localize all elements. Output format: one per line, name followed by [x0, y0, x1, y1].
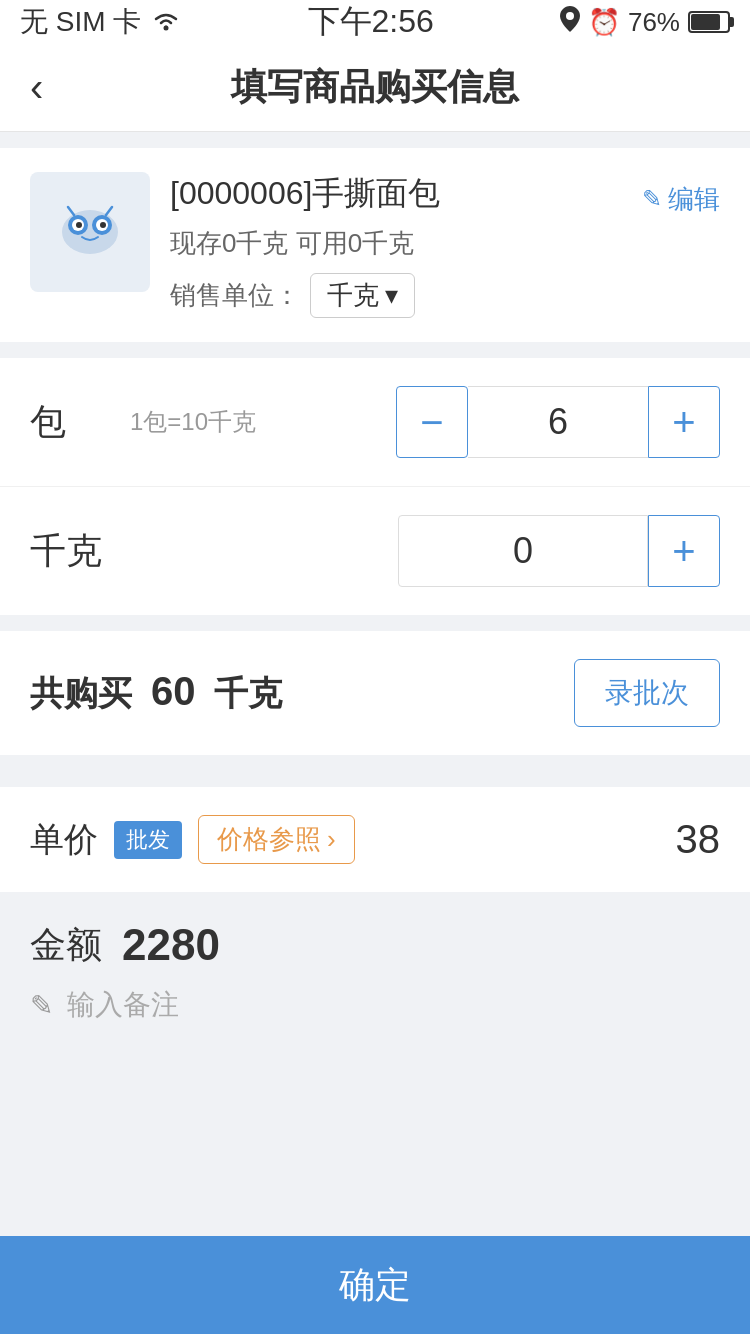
svg-point-8	[100, 222, 106, 228]
kg-plus-button[interactable]: +	[648, 515, 720, 587]
alarm-icon: ⏰	[588, 7, 620, 38]
time-text: 下午2:56	[308, 0, 434, 44]
kg-input[interactable]	[398, 515, 648, 587]
unit-value: 千克	[327, 278, 379, 313]
separator-3	[0, 755, 750, 771]
kg-stepper: +	[398, 515, 720, 587]
amount-label: 金额	[30, 921, 102, 970]
price-ref-button[interactable]: 价格参照 ›	[198, 815, 355, 864]
price-section: 单价 批发 价格参照 › 38	[0, 787, 750, 892]
carrier-text: 无 SIM 卡	[20, 3, 141, 41]
back-button[interactable]: ‹	[30, 65, 43, 110]
product-logo	[54, 197, 126, 268]
edit-button[interactable]: ✎ 编辑	[642, 182, 720, 217]
total-amount: 60	[151, 669, 196, 713]
wifi-icon	[151, 6, 181, 38]
svg-point-2	[62, 210, 118, 254]
total-row: 共购买 60 千克 录批次	[0, 631, 750, 755]
price-ref-chevron-icon: ›	[327, 824, 336, 855]
remark-placeholder: 输入备注	[67, 986, 179, 1024]
nav-bar: ‹ 填写商品购买信息	[0, 44, 750, 132]
product-name: [0000006]手撕面包	[170, 172, 440, 216]
svg-point-0	[164, 26, 169, 31]
batch-button[interactable]: 录批次	[574, 659, 720, 727]
amount-row: 金额 2280	[30, 920, 720, 986]
svg-point-1	[566, 12, 574, 20]
amount-section: 金额 2280 ✎ 输入备注	[0, 892, 750, 1044]
battery-text: 76%	[628, 7, 680, 38]
remark-row[interactable]: ✎ 输入备注	[30, 986, 720, 1044]
total-prefix: 共购买	[30, 674, 132, 712]
input-section: 包 1包=10千克 − + 千克 +	[0, 358, 750, 615]
unit-label: 销售单位：	[170, 278, 300, 313]
product-stock: 现存0千克 可用0千克	[170, 226, 720, 261]
product-image	[30, 172, 150, 292]
separator-2	[0, 615, 750, 631]
location-icon	[560, 6, 580, 39]
amount-value: 2280	[122, 920, 220, 970]
bao-label: 包	[30, 398, 110, 447]
status-left: 无 SIM 卡	[20, 3, 181, 41]
status-bar: 无 SIM 卡 下午2:56 ⏰ 76%	[0, 0, 750, 44]
confirm-bar[interactable]: 确定	[0, 1236, 750, 1334]
price-label: 单价	[30, 817, 98, 863]
bao-hint: 1包=10千克	[130, 406, 376, 438]
price-value: 38	[676, 817, 721, 862]
total-unit: 千克	[214, 674, 282, 712]
bao-plus-button[interactable]: +	[648, 386, 720, 458]
price-ref-label: 价格参照	[217, 822, 321, 857]
price-tag: 批发	[114, 821, 182, 859]
unit-select[interactable]: 千克 ▾	[310, 273, 415, 318]
confirm-text: 确定	[339, 1261, 411, 1310]
product-info: [0000006]手撕面包 ✎ 编辑 现存0千克 可用0千克 销售单位： 千克 …	[170, 172, 720, 318]
bao-minus-button[interactable]: −	[396, 386, 468, 458]
product-card: [0000006]手撕面包 ✎ 编辑 现存0千克 可用0千克 销售单位： 千克 …	[0, 148, 750, 342]
kg-row: 千克 +	[0, 487, 750, 615]
unit-chevron-icon: ▾	[385, 280, 398, 311]
bao-stepper: − +	[396, 386, 720, 458]
separator-1	[0, 342, 750, 358]
status-right: ⏰ 76%	[560, 6, 730, 39]
bao-row: 包 1包=10千克 − +	[0, 358, 750, 487]
battery-icon	[688, 11, 730, 33]
kg-label: 千克	[30, 527, 110, 576]
edit-icon: ✎	[642, 185, 662, 213]
svg-point-7	[76, 222, 82, 228]
pencil-icon: ✎	[30, 989, 53, 1022]
bao-input[interactable]	[468, 386, 648, 458]
total-text: 共购买 60 千克	[30, 669, 282, 717]
edit-label: 编辑	[668, 182, 720, 217]
product-unit: 销售单位： 千克 ▾	[170, 273, 720, 318]
nav-title: 填写商品购买信息	[231, 63, 519, 112]
